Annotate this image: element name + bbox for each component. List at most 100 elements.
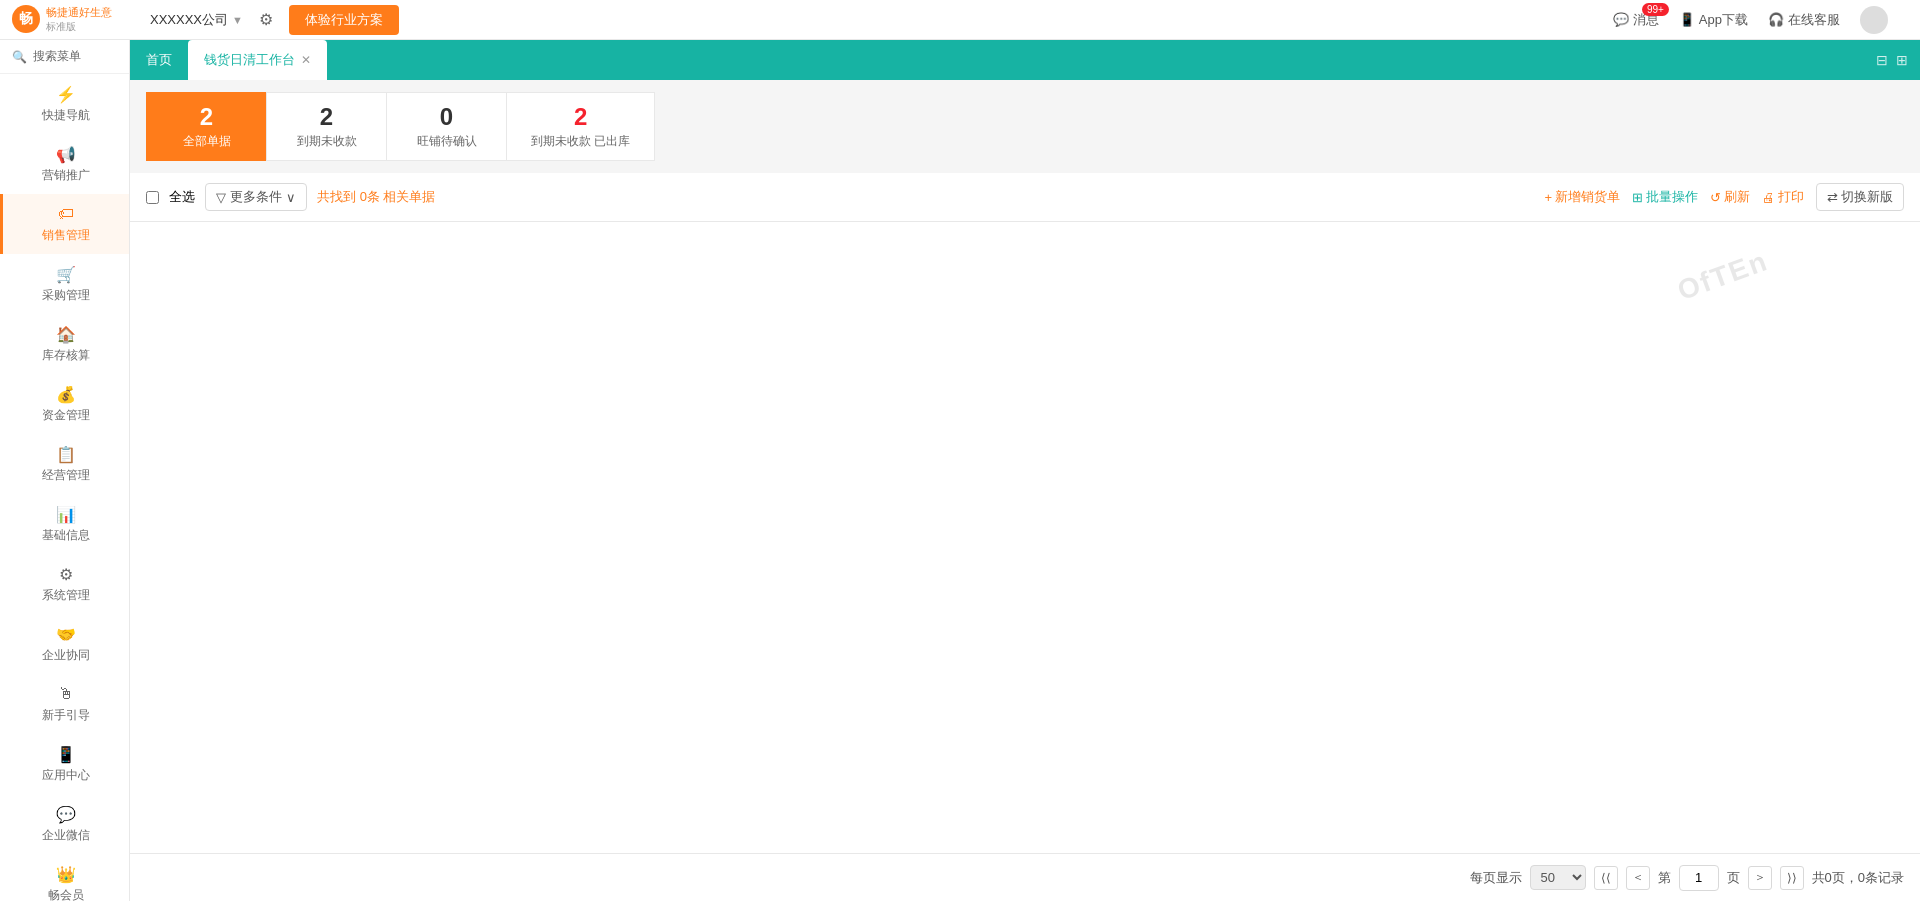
filter-card-overdue[interactable]: 2 到期未收款 — [266, 92, 386, 161]
refresh-icon: ↺ — [1710, 190, 1721, 205]
toolbar-left: 全选 ▽ 更多条件 ∨ 共找到 0条 相关单据 — [146, 183, 435, 211]
service-item[interactable]: 🎧 在线客服 — [1768, 11, 1840, 29]
avatar[interactable] — [1860, 6, 1888, 34]
sidebar-item-app-center[interactable]: 📱 应用中心 — [0, 734, 129, 794]
page-size-select[interactable]: 50 20 100 — [1530, 865, 1586, 890]
app-label: App下载 — [1699, 11, 1748, 29]
cooperation-icon: 🤝 — [56, 624, 76, 644]
sidebar-item-label: 经营管理 — [42, 467, 90, 484]
content-area: 首页 钱货日清工作台 ✕ ⊟ ⊞ 2 全部单据 2 到期未收款 — [130, 40, 1920, 901]
tab-home-label: 首页 — [146, 51, 172, 69]
filter-card-overdue-label: 到期未收款 — [291, 133, 362, 150]
found-suffix: 相关单据 — [383, 189, 435, 204]
search-icon: 🔍 — [12, 50, 27, 64]
filter-card-shipped[interactable]: 2 到期未收款 已出库 — [506, 92, 655, 161]
sidebar-item-guide[interactable]: 🖱 新手引导 — [0, 674, 129, 734]
sidebar-item-label: 企业协同 — [42, 647, 90, 664]
sidebar-item-label: 销售管理 — [42, 227, 90, 244]
watermark: OfTEn — [1673, 245, 1772, 307]
filter-card-pending-num: 0 — [411, 103, 482, 131]
quick-nav-icon: ⚡ — [56, 84, 76, 104]
app-center-icon: 📱 — [56, 744, 76, 764]
toolbar: 全选 ▽ 更多条件 ∨ 共找到 0条 相关单据 + 新增销货单 — [130, 173, 1920, 222]
message-icon: 💬 — [1613, 12, 1629, 27]
sidebar-item-operation[interactable]: 📋 经营管理 — [0, 434, 129, 494]
switch-label: 切换新版 — [1841, 188, 1893, 206]
tab-home[interactable]: 首页 — [130, 40, 188, 80]
sidebar-item-wechat[interactable]: 💬 企业微信 — [0, 794, 129, 854]
sidebar: 🔍 搜索菜单 ⚡ 快捷导航 📢 营销推广 🏷 销售管理 🛒 采购管理 🏠 库存核… — [0, 40, 130, 901]
found-unit: 条 — [367, 189, 380, 204]
select-all-checkbox[interactable] — [146, 191, 159, 204]
refresh-button[interactable]: ↺ 刷新 — [1710, 188, 1750, 206]
sidebar-item-sales[interactable]: 🏷 销售管理 — [0, 194, 129, 254]
sidebar-item-label: 应用中心 — [42, 767, 90, 784]
logo-badge: 标准版 — [46, 20, 112, 34]
sidebar-item-purchase[interactable]: 🛒 采购管理 — [0, 254, 129, 314]
sidebar-item-label: 新手引导 — [42, 707, 90, 724]
search-label: 搜索菜单 — [33, 48, 81, 65]
marketing-icon: 📢 — [56, 144, 76, 164]
table-area: OfTEn — [130, 222, 1920, 853]
filter-card-shipped-label: 到期未收款 已出库 — [531, 133, 630, 150]
topbar: 畅 畅捷通好生意 标准版 XXXXXX公司 ▼ ⚙ 体验行业方案 💬 消息 99… — [0, 0, 1920, 40]
filter-card-shipped-num: 2 — [531, 103, 630, 131]
found-text: 共找到 0条 相关单据 — [317, 188, 435, 206]
filter-card-pending[interactable]: 0 旺铺待确认 — [386, 92, 506, 161]
tab-close-icon[interactable]: ✕ — [301, 53, 311, 67]
member-icon: 👑 — [56, 864, 76, 884]
sidebar-item-label: 采购管理 — [42, 287, 90, 304]
batch-label: 批量操作 — [1646, 188, 1698, 206]
filter-card-all[interactable]: 2 全部单据 — [146, 92, 266, 161]
batch-operation-button[interactable]: ⊞ 批量操作 — [1632, 188, 1698, 206]
sidebar-search[interactable]: 🔍 搜索菜单 — [0, 40, 129, 74]
sidebar-item-cooperation[interactable]: 🤝 企业协同 — [0, 614, 129, 674]
page-prev-button[interactable]: ＜ — [1626, 866, 1650, 890]
page-first-button[interactable]: ⟨⟨ — [1594, 866, 1618, 890]
tab-bar-right: ⊟ ⊞ — [1876, 52, 1920, 68]
sidebar-item-label: 基础信息 — [42, 527, 90, 544]
switch-version-button[interactable]: ⇄ 切换新版 — [1816, 183, 1904, 211]
found-count: 0 — [360, 189, 367, 204]
sidebar-item-quick-nav[interactable]: ⚡ 快捷导航 — [0, 74, 129, 134]
chevron-down-icon: ▼ — [232, 14, 243, 26]
more-filter-button[interactable]: ▽ 更多条件 ∨ — [205, 183, 307, 211]
inventory-icon: 🏠 — [56, 324, 76, 344]
experience-plan-button[interactable]: 体验行业方案 — [289, 5, 399, 35]
sidebar-item-inventory[interactable]: 🏠 库存核算 — [0, 314, 129, 374]
new-sale-label: 新增销货单 — [1555, 188, 1620, 206]
sidebar-item-base-info[interactable]: 📊 基础信息 — [0, 494, 129, 554]
tab-workbench[interactable]: 钱货日清工作台 ✕ — [188, 40, 327, 80]
tab-minimize-icon[interactable]: ⊟ — [1876, 52, 1888, 68]
app-download-item[interactable]: 📱 App下载 — [1679, 11, 1748, 29]
operation-icon: 📋 — [56, 444, 76, 464]
message-badge: 99+ — [1642, 3, 1669, 16]
app-icon: 📱 — [1679, 12, 1695, 27]
sidebar-item-member[interactable]: 👑 畅会员 — [0, 854, 129, 901]
filter-icon: ▽ — [216, 190, 226, 205]
topbar-right: 💬 消息 99+ 📱 App下载 🎧 在线客服 — [1613, 6, 1908, 34]
refresh-label: 刷新 — [1724, 188, 1750, 206]
sidebar-item-marketing[interactable]: 📢 营销推广 — [0, 134, 129, 194]
tab-maximize-icon[interactable]: ⊞ — [1896, 52, 1908, 68]
company-selector[interactable]: XXXXXX公司 ▼ — [142, 11, 251, 29]
sidebar-item-finance[interactable]: 💰 资金管理 — [0, 374, 129, 434]
settings-icon[interactable]: ⚙ — [251, 5, 281, 35]
message-item[interactable]: 💬 消息 99+ — [1613, 11, 1659, 29]
toolbar-right: + 新增销货单 ⊞ 批量操作 ↺ 刷新 🖨 打印 — [1544, 183, 1904, 211]
new-sale-button[interactable]: + 新增销货单 — [1544, 188, 1620, 206]
page-label-unit: 页 — [1727, 869, 1740, 887]
page-last-button[interactable]: ⟩⟩ — [1780, 866, 1804, 890]
print-label: 打印 — [1778, 188, 1804, 206]
logo-icon: 畅 — [12, 5, 40, 33]
filter-label: 更多条件 — [230, 188, 282, 206]
pagination: 每页显示 50 20 100 ⟨⟨ ＜ 第 页 ＞ ⟩⟩ 共0页，0条记录 — [130, 853, 1920, 901]
page-number-input[interactable] — [1679, 865, 1719, 891]
sidebar-item-system[interactable]: ⚙ 系统管理 — [0, 554, 129, 614]
service-icon: 🎧 — [1768, 12, 1784, 27]
service-label: 在线客服 — [1788, 11, 1840, 29]
wechat-icon: 💬 — [56, 804, 76, 824]
print-icon: 🖨 — [1762, 190, 1775, 205]
page-next-button[interactable]: ＞ — [1748, 866, 1772, 890]
print-button[interactable]: 🖨 打印 — [1762, 188, 1804, 206]
